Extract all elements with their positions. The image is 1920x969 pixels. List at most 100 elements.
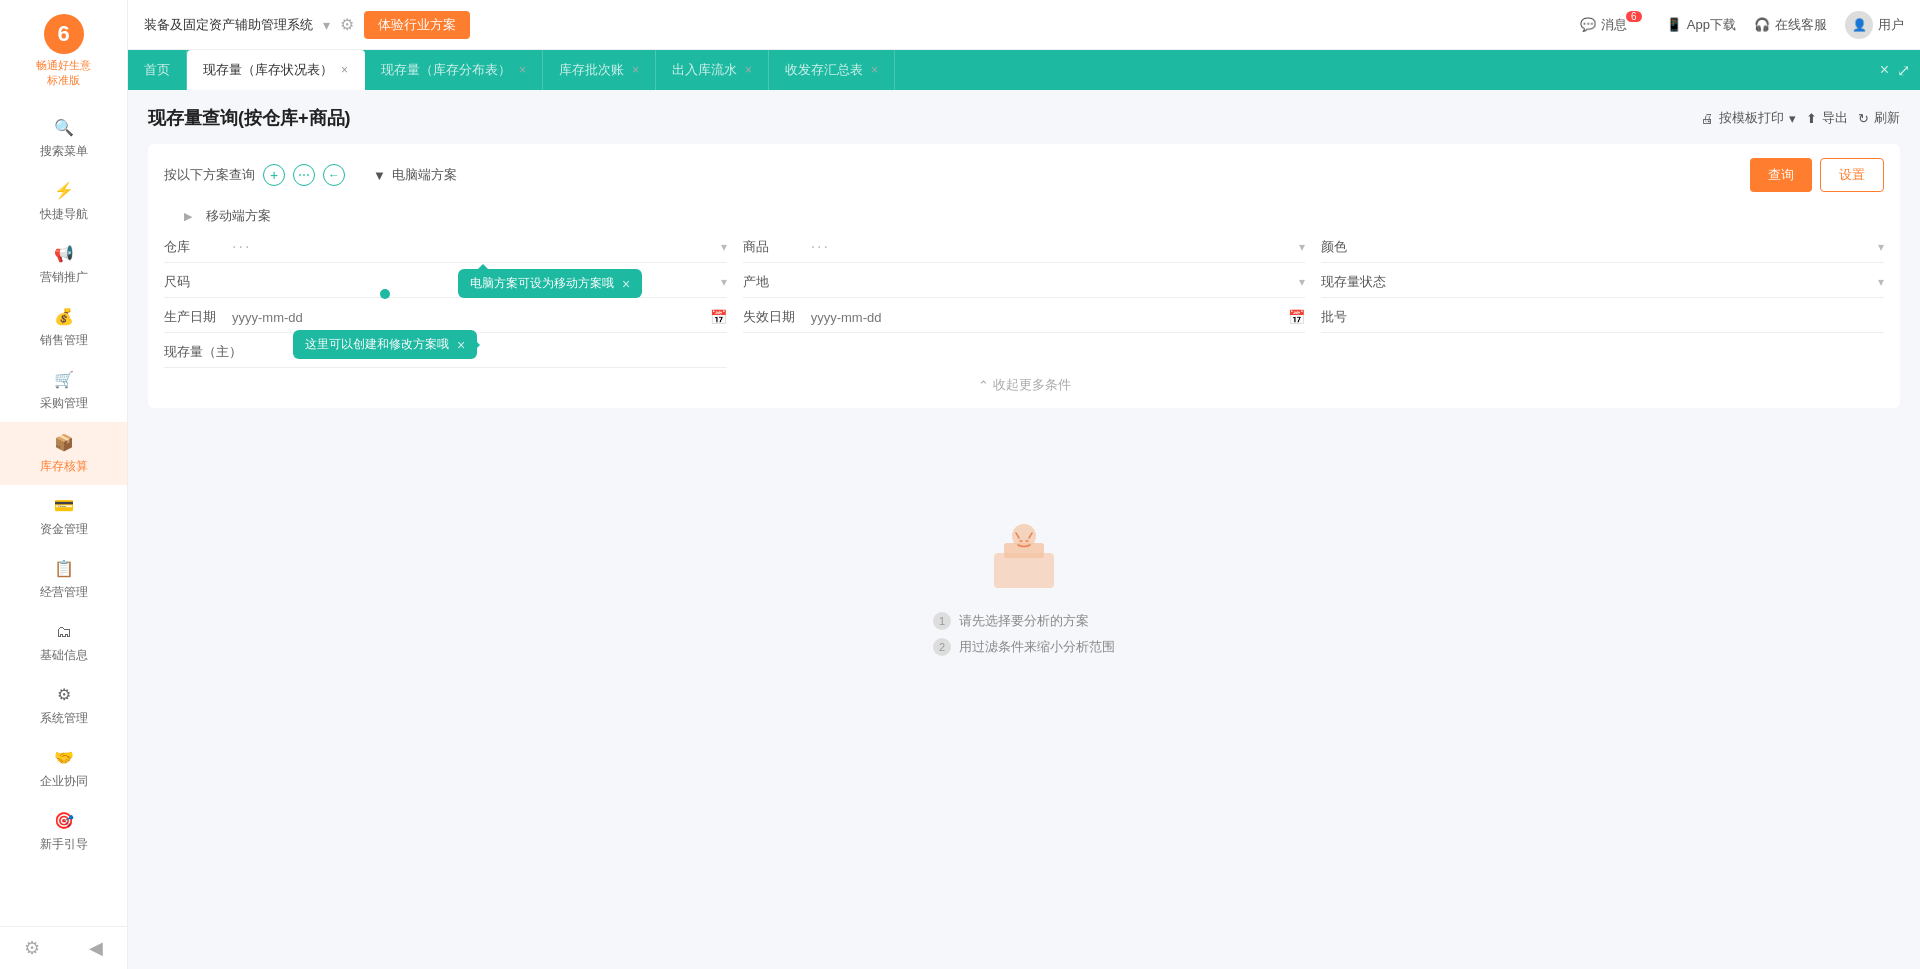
tab-in-out-flow[interactable]: 出入库流水 ×: [656, 50, 769, 90]
tooltip-modify: 这里可以创建和修改方案哦 ×: [293, 330, 477, 359]
tab-inventory-dist[interactable]: 现存量（库存分布表） ×: [365, 50, 543, 90]
tooltip1-close-icon[interactable]: ×: [622, 276, 630, 292]
collapse-btn[interactable]: ⌃ 收起更多条件: [978, 376, 1071, 394]
production-date-input[interactable]: [232, 310, 702, 325]
enterprise-icon: 🤝: [53, 747, 75, 769]
finance-icon: 💳: [53, 495, 75, 517]
user-item[interactable]: 👤 用户: [1845, 11, 1904, 39]
online-service-item[interactable]: 🎧 在线客服: [1754, 16, 1827, 34]
batch-no-field: 批号: [1321, 308, 1884, 333]
topbar-arrow-icon: ▾: [323, 17, 330, 33]
collapse-icon[interactable]: ◀: [89, 937, 103, 959]
tab-close-summary-icon[interactable]: ×: [871, 63, 878, 77]
message-item[interactable]: 💬 消息 6: [1580, 16, 1648, 34]
filter-header-label: 按以下方案查询: [164, 166, 255, 184]
sidebar-item-enterprise[interactable]: 🤝 企业协同: [0, 737, 127, 800]
tab-close-icon[interactable]: ×: [341, 63, 348, 77]
sidebar-item-system[interactable]: ⚙ 系统管理: [0, 674, 127, 737]
filter-header: 按以下方案查询 + ⋯ ← ▼ 电脑端方案 查询 设置: [164, 158, 1884, 192]
filter-add-btn[interactable]: +: [263, 164, 285, 186]
sidebar-logo: 6 畅通好生意 标准版: [0, 0, 127, 99]
scheme-section: ▼ 电脑端方案: [363, 166, 457, 184]
sidebar-item-quick[interactable]: ⚡ 快捷导航: [0, 170, 127, 233]
goods-field: 商品 ··· ▾: [743, 238, 1306, 263]
color-field: 颜色 ▾: [1321, 238, 1884, 263]
sidebar-item-search[interactable]: 🔍 搜索菜单: [0, 107, 127, 170]
goods-select[interactable]: ··· ▾: [811, 238, 1306, 256]
system-name: 装备及固定资产辅助管理系统: [144, 16, 313, 34]
sidebar-item-operation[interactable]: 📋 经营管理: [0, 548, 127, 611]
batch-no-input[interactable]: [1389, 310, 1884, 325]
sales-icon: 💰: [53, 306, 75, 328]
warehouse-select[interactable]: ··· ▾: [232, 238, 727, 256]
refresh-icon: ↻: [1858, 111, 1869, 126]
svg-rect-0: [994, 553, 1054, 588]
avatar: 👤: [1845, 11, 1873, 39]
reset-btn[interactable]: 设置: [1820, 158, 1884, 192]
basic-icon: 🗂: [53, 621, 75, 643]
sidebar-item-basic[interactable]: 🗂 基础信息: [0, 611, 127, 674]
topbar-gear-icon[interactable]: ⚙: [340, 15, 354, 34]
stock-status-field: 现存量状态 ▾: [1321, 273, 1884, 298]
sidebar-item-inventory[interactable]: 📦 库存核算: [0, 422, 127, 485]
settings-icon[interactable]: ⚙: [24, 937, 40, 959]
sidebar-item-guide[interactable]: 🎯 新手引导: [0, 800, 127, 863]
sidebar-item-finance[interactable]: 💳 资金管理: [0, 485, 127, 548]
main-area: 装备及固定资产辅助管理系统 ▾ ⚙ 体验行业方案 💬 消息 6 📱 App下载 …: [128, 0, 1920, 969]
export-btn[interactable]: ⬆ 导出: [1806, 109, 1848, 127]
filter-back-btn[interactable]: ←: [323, 164, 345, 186]
filter-more-btn[interactable]: ⋯: [293, 164, 315, 186]
origin-select[interactable]: ▾: [811, 275, 1306, 289]
tabbar: 首页 现存量（库存状况表） × 现存量（库存分布表） × 库存批次账 × 出入库…: [128, 50, 1920, 90]
print-arrow-icon: ▾: [1789, 111, 1796, 126]
expiry-calendar-icon[interactable]: 📅: [1288, 309, 1305, 325]
empty-tip-2: 2 用过滤条件来缩小分析范围: [933, 638, 1115, 656]
tab-close-all-icon[interactable]: ×: [1880, 61, 1889, 79]
app-download-item[interactable]: 📱 App下载: [1666, 16, 1736, 34]
logo-icon: 6: [44, 14, 84, 54]
expiry-date-input[interactable]: [811, 310, 1281, 325]
tab-close-dist-icon[interactable]: ×: [519, 63, 526, 77]
color-select[interactable]: ▾: [1389, 240, 1884, 254]
stock-status-select[interactable]: ▾: [1394, 275, 1884, 289]
empty-tip-1: 1 请先选择要分析的方案: [933, 612, 1115, 630]
dot-indicator: [380, 289, 390, 299]
tab-close-batch-icon[interactable]: ×: [632, 63, 639, 77]
warehouse-field: 仓库 ··· ▾: [164, 238, 727, 263]
guide-icon: 🎯: [53, 810, 75, 832]
industry-btn[interactable]: 体验行业方案: [364, 11, 470, 39]
purchase-icon: 🛒: [53, 369, 75, 391]
tooltip-desktop: 电脑方案可设为移动方案哦 ×: [458, 269, 642, 298]
message-icon: 💬: [1580, 17, 1596, 32]
sidebar-item-sales[interactable]: 💰 销售管理: [0, 296, 127, 359]
print-icon: 🖨: [1701, 111, 1714, 126]
empty-tips: 1 请先选择要分析的方案 2 用过滤条件来缩小分析范围: [933, 612, 1115, 656]
tab-home[interactable]: 首页: [128, 50, 187, 90]
topbar: 装备及固定资产辅助管理系统 ▾ ⚙ 体验行业方案 💬 消息 6 📱 App下载 …: [128, 0, 1920, 50]
search-action-group: 查询 设置: [1750, 158, 1884, 192]
sidebar: 6 畅通好生意 标准版 🔍 搜索菜单 ⚡ 快捷导航 📢 营销推广 💰 销售管理 …: [0, 0, 128, 969]
tab-collection-summary[interactable]: 收发存汇总表 ×: [769, 50, 895, 90]
mobile-icon: 📱: [1666, 17, 1682, 32]
sidebar-bottom: ⚙ ◀: [0, 926, 127, 969]
print-btn[interactable]: 🖨 按模板打印 ▾: [1701, 109, 1796, 127]
page-title-row: 现存量查询(按仓库+商品) 🖨 按模板打印 ▾ ⬆ 导出 ↻ 刷新: [148, 106, 1900, 130]
svg-point-2: [1012, 524, 1036, 548]
mobile-scheme-item[interactable]: ▶ 移动端方案: [184, 204, 1884, 228]
tip-num-2: 2: [933, 638, 951, 656]
tab-close-flow-icon[interactable]: ×: [745, 63, 752, 77]
desktop-scheme-item[interactable]: ▼ 电脑端方案: [373, 166, 457, 184]
sidebar-item-purchase[interactable]: 🛒 采购管理: [0, 359, 127, 422]
search-btn[interactable]: 查询: [1750, 158, 1812, 192]
tab-expand-icon[interactable]: ⤢: [1897, 61, 1910, 80]
sidebar-item-marketing[interactable]: 📢 营销推广: [0, 233, 127, 296]
production-calendar-icon[interactable]: 📅: [710, 309, 727, 325]
content-area: 现存量查询(按仓库+商品) 🖨 按模板打印 ▾ ⬆ 导出 ↻ 刷新: [128, 90, 1920, 969]
message-badge: 6: [1626, 11, 1642, 22]
filter-panel: 按以下方案查询 + ⋯ ← ▼ 电脑端方案 查询 设置: [148, 144, 1900, 408]
tab-inventory-status[interactable]: 现存量（库存状况表） ×: [187, 50, 365, 90]
tooltip2-close-icon[interactable]: ×: [457, 337, 465, 353]
refresh-btn[interactable]: ↻ 刷新: [1858, 109, 1900, 127]
tab-batch-account[interactable]: 库存批次账 ×: [543, 50, 656, 90]
tip-num-1: 1: [933, 612, 951, 630]
